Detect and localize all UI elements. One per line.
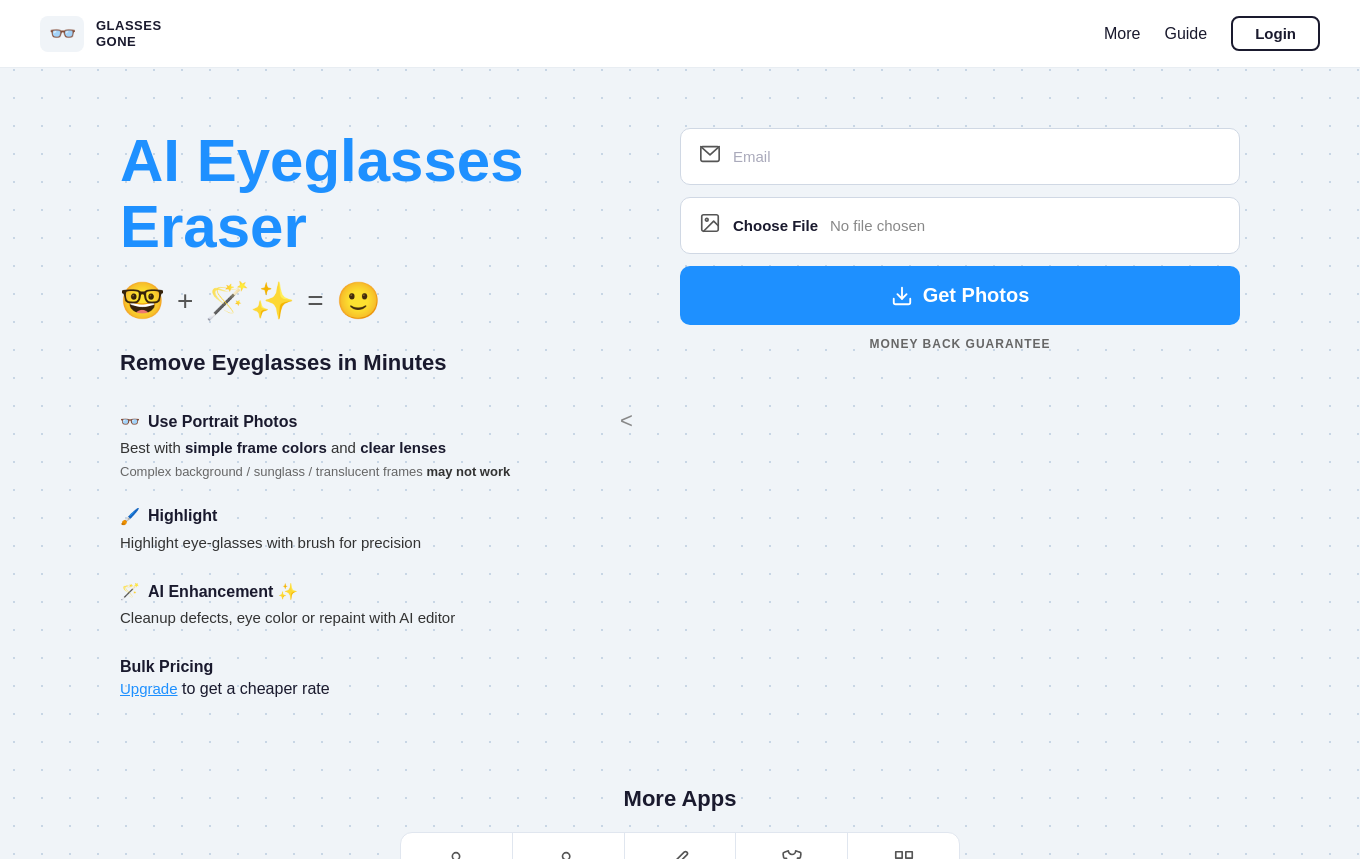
emoji-plus: + <box>177 285 193 317</box>
emoji-equation: 🤓 + 🪄✨ = 🙂 <box>120 280 620 322</box>
hero-title-line1: AI Eyeglasses <box>120 127 524 194</box>
pencil-icon <box>669 849 691 860</box>
app-erase-replace[interactable]: Erase &Replace <box>625 833 737 860</box>
grid-icon <box>893 849 915 860</box>
nav-more-link[interactable]: More <box>1104 25 1140 43</box>
feature-ai: 🪄 AI Enhancement ✨ Cleanup defects, eye … <box>120 582 620 630</box>
erase-person-icon <box>557 849 579 860</box>
get-photos-label: Get Photos <box>923 284 1030 307</box>
brand-logo: 👓 <box>40 16 84 52</box>
email-input[interactable] <box>733 148 1221 165</box>
feature-portrait-note: Complex background / sunglass / transluc… <box>120 464 620 479</box>
svg-rect-8 <box>895 851 901 857</box>
feature-highlight-title: 🖌️ Highlight <box>120 507 620 526</box>
brush-icon-inline: 🖌️ <box>120 507 140 526</box>
feature-portrait-title: 👓 Use Portrait Photos <box>120 412 620 431</box>
more-apps-section: More Apps PhotoBomb EraseBac <box>40 766 1320 860</box>
app-erase-background[interactable]: EraseBackground <box>513 833 625 860</box>
emoji-wand: 🪄✨ <box>205 280 295 322</box>
bulk-pricing-text: to get a cheaper rate <box>182 680 330 697</box>
file-chooser-wrap[interactable]: Choose File No file chosen <box>680 197 1240 254</box>
feature-portrait-desc: Best with simple frame colors and clear … <box>120 437 620 460</box>
feature-highlight: 🖌️ Highlight Highlight eye-glasses with … <box>120 507 620 555</box>
feature-ai-title: 🪄 AI Enhancement ✨ <box>120 582 620 601</box>
glasses-brand-icon: 👓 <box>49 21 76 47</box>
apps-row: PhotoBomb EraseBackground <box>400 832 960 860</box>
wand-icon-inline: 🪄 <box>120 582 140 601</box>
bulk-pricing-desc: Upgrade to get a cheaper rate <box>120 680 620 698</box>
svg-point-5 <box>563 852 570 859</box>
main-content: AI Eyeglasses Eraser 🤓 + 🪄✨ = 🙂 Remove E… <box>40 68 1320 766</box>
feature-ai-desc: Cleanup defects, eye color or repaint wi… <box>120 607 620 630</box>
emoji-smile: 🙂 <box>336 280 381 322</box>
collapse-arrow[interactable]: < <box>620 408 633 434</box>
nav-login-button[interactable]: Login <box>1231 16 1320 51</box>
brand-name: GLASSES <box>96 18 162 34</box>
nav-guide-link[interactable]: Guide <box>1164 25 1207 43</box>
person-icon <box>445 849 467 860</box>
glasses-icon-inline: 👓 <box>120 412 140 431</box>
hero-section: AI Eyeglasses Eraser 🤓 + 🪄✨ = 🙂 Remove E… <box>120 128 620 726</box>
feature-highlight-desc: Highlight eye-glasses with brush for pre… <box>120 532 620 555</box>
no-file-text: No file chosen <box>830 217 925 234</box>
get-photos-button[interactable]: Get Photos <box>680 266 1240 325</box>
feature-portrait: 👓 Use Portrait Photos Best with simple f… <box>120 412 620 479</box>
navbar: 👓 GLASSES GONE More Guide Login <box>0 0 1360 68</box>
brand-sub: GONE <box>96 34 162 50</box>
choose-file-button[interactable]: Choose File <box>733 217 818 234</box>
app-try-clothes[interactable]: TryClothes <box>736 833 848 860</box>
hero-title-line2: Eraser <box>120 193 307 260</box>
emoji-equals: = <box>307 285 323 317</box>
money-back-guarantee: MONEY BACK GUARANTEE <box>680 337 1240 351</box>
upgrade-link[interactable]: Upgrade <box>120 680 178 697</box>
bulk-pricing-title: Bulk Pricing <box>120 658 620 676</box>
email-icon <box>699 143 721 170</box>
bulk-pricing-section: Bulk Pricing Upgrade to get a cheaper ra… <box>120 658 620 698</box>
app-pixel-art[interactable]: PixelArt <box>848 833 959 860</box>
shirt-icon <box>781 849 803 860</box>
svg-point-2 <box>705 218 708 221</box>
app-photo-bomb[interactable]: PhotoBomb <box>401 833 513 860</box>
signup-form: Choose File No file chosen Get Photos MO… <box>680 128 1240 351</box>
download-icon <box>891 285 913 307</box>
emoji-glasses: 🤓 <box>120 280 165 322</box>
brand-logo-link[interactable]: 👓 GLASSES GONE <box>40 16 162 52</box>
svg-point-4 <box>453 852 460 859</box>
brand-text: GLASSES GONE <box>96 18 162 49</box>
nav-links: More Guide Login <box>1104 16 1320 51</box>
image-icon <box>699 212 721 239</box>
email-field-wrap <box>680 128 1240 185</box>
hero-subtitle: Remove Eyeglasses in Minutes <box>120 350 620 376</box>
more-apps-title: More Apps <box>120 786 1240 812</box>
hero-title: AI Eyeglasses Eraser <box>120 128 620 260</box>
svg-rect-9 <box>905 851 911 857</box>
